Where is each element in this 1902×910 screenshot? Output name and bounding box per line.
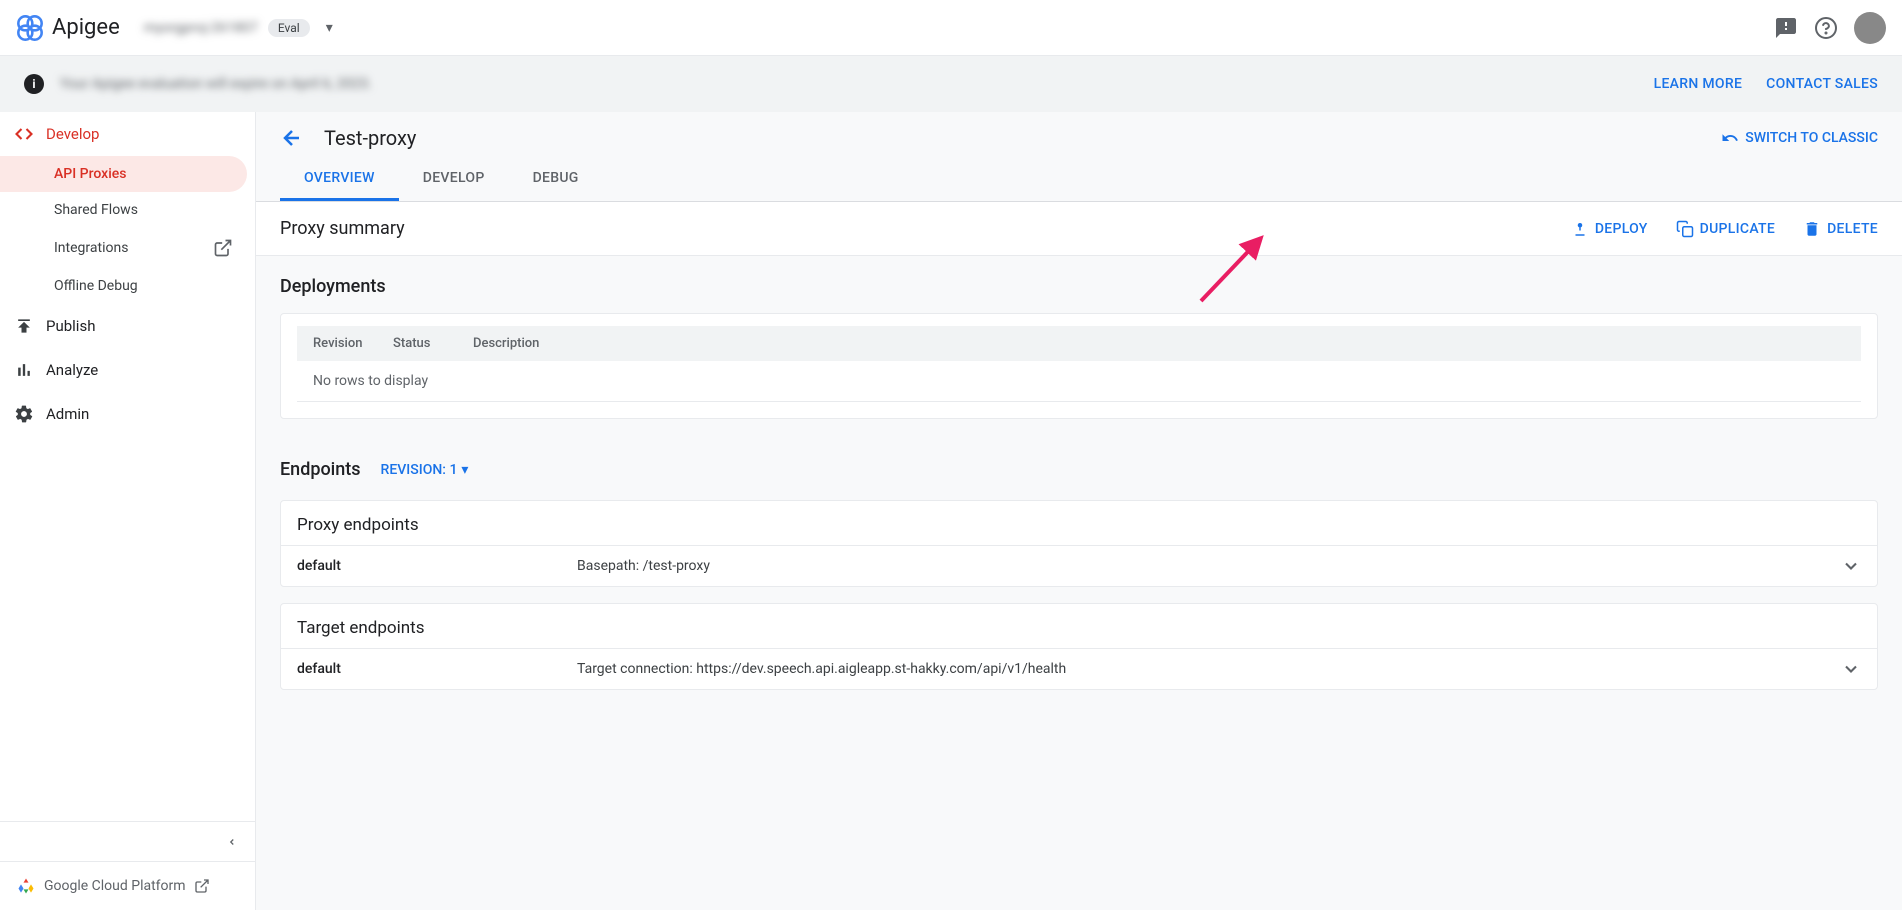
learn-more-link[interactable]: LEARN MORE: [1654, 76, 1743, 92]
tabs: OVERVIEW DEVELOP DEBUG: [256, 158, 1902, 202]
revision-label: REVISION: 1: [381, 462, 458, 478]
tab-debug[interactable]: DEBUG: [509, 158, 603, 201]
nav-shared-flows[interactable]: Shared Flows: [0, 192, 247, 228]
duplicate-button[interactable]: DUPLICATE: [1676, 220, 1775, 238]
deploy-button[interactable]: DEPLOY: [1571, 220, 1648, 238]
code-icon: [14, 124, 34, 144]
gcp-logo-icon: [16, 876, 36, 896]
endpoints-bar: Endpoints REVISION: 1 ▾: [280, 459, 1878, 480]
endpoints-section: Endpoints REVISION: 1 ▾ Proxy endpoints …: [256, 439, 1902, 726]
page-title: Test-proxy: [324, 126, 416, 150]
external-link-icon: [213, 238, 233, 258]
project-name: myorgproj-261807: [144, 20, 258, 36]
nav-offline-debug-label: Offline Debug: [54, 278, 138, 294]
tab-develop[interactable]: DEVELOP: [399, 158, 509, 201]
nav-publish-label: Publish: [46, 317, 95, 335]
duplicate-icon: [1676, 220, 1694, 238]
target-endpoint-name: default: [297, 661, 577, 677]
summary-actions: DEPLOY DUPLICATE DELETE: [1571, 220, 1878, 238]
nav-integrations[interactable]: Integrations: [0, 228, 247, 268]
info-banner: i Your Apigee evaluation will expire on …: [0, 56, 1902, 112]
external-link-icon: [194, 878, 210, 894]
proxy-endpoints-title: Proxy endpoints: [281, 501, 1877, 545]
proxy-endpoint-detail: Basepath: /test-proxy: [577, 558, 1841, 574]
col-status: Status: [393, 336, 473, 351]
nav-admin-label: Admin: [46, 405, 89, 423]
sidebar-collapse[interactable]: [0, 821, 255, 861]
info-icon: i: [24, 74, 44, 94]
contact-sales-link[interactable]: CONTACT SALES: [1766, 76, 1878, 92]
target-endpoint-detail: Target connection: https://dev.speech.ap…: [577, 661, 1841, 677]
deploy-icon: [1571, 220, 1589, 238]
logo-area: Apigee: [16, 14, 144, 42]
delete-label: DELETE: [1827, 221, 1878, 237]
deployments-card: Revision Status Description No rows to d…: [280, 313, 1878, 419]
sidebar: Develop API Proxies Shared Flows Integra…: [0, 112, 256, 910]
switch-classic-label: SWITCH TO CLASSIC: [1745, 130, 1878, 146]
dropdown-arrow-icon: ▾: [326, 20, 333, 36]
back-arrow-icon[interactable]: [280, 126, 304, 150]
banner-actions: LEARN MORE CONTACT SALES: [1654, 76, 1878, 92]
deployments-table: Revision Status Description No rows to d…: [297, 326, 1861, 402]
nav-offline-debug[interactable]: Offline Debug: [0, 268, 247, 304]
trash-icon: [1803, 220, 1821, 238]
table-header: Revision Status Description: [297, 326, 1861, 361]
nav-analyze[interactable]: Analyze: [0, 348, 255, 392]
eval-badge: Eval: [268, 19, 310, 37]
revision-dropdown[interactable]: REVISION: 1 ▾: [381, 462, 469, 478]
sidebar-content: Develop API Proxies Shared Flows Integra…: [0, 112, 255, 821]
analytics-icon: [14, 360, 34, 380]
target-endpoints-card: Target endpoints default Target connecti…: [280, 603, 1878, 690]
summary-bar: Proxy summary DEPLOY DUPLICATE DELETE: [256, 202, 1902, 256]
endpoints-heading: Endpoints: [280, 459, 361, 480]
empty-row: No rows to display: [297, 361, 1861, 402]
nav-integrations-label: Integrations: [54, 240, 128, 256]
brand-name: Apigee: [52, 15, 120, 40]
target-endpoint-row[interactable]: default Target connection: https://dev.s…: [281, 648, 1877, 689]
dropdown-arrow-icon: ▾: [461, 462, 468, 478]
deploy-label: DEPLOY: [1595, 221, 1648, 237]
nav-analyze-label: Analyze: [46, 361, 98, 379]
chevron-down-icon[interactable]: [1841, 659, 1861, 679]
target-endpoints-title: Target endpoints: [281, 604, 1877, 648]
banner-text: Your Apigee evaluation will expire on Ap…: [60, 76, 372, 92]
content-area: Test-proxy SWITCH TO CLASSIC OVERVIEW DE…: [256, 112, 1902, 910]
nav-admin[interactable]: Admin: [0, 392, 255, 436]
header-right: [1774, 12, 1886, 44]
project-selector[interactable]: myorgproj-261807 Eval ▾: [144, 19, 333, 37]
duplicate-label: DUPLICATE: [1700, 221, 1775, 237]
top-header: Apigee myorgproj-261807 Eval ▾: [0, 0, 1902, 56]
nav-develop-label: Develop: [46, 125, 99, 143]
col-description: Description: [473, 336, 1845, 351]
user-avatar[interactable]: [1854, 12, 1886, 44]
proxy-endpoint-name: default: [297, 558, 577, 574]
nav-shared-flows-label: Shared Flows: [54, 202, 138, 218]
feedback-icon[interactable]: [1774, 16, 1798, 40]
undo-icon: [1721, 129, 1739, 147]
nav-api-proxies-label: API Proxies: [54, 166, 126, 182]
help-icon[interactable]: [1814, 16, 1838, 40]
nav-publish[interactable]: Publish: [0, 304, 255, 348]
proxy-endpoint-row[interactable]: default Basepath: /test-proxy: [281, 545, 1877, 586]
summary-title: Proxy summary: [280, 218, 405, 239]
deployments-heading: Deployments: [280, 276, 1878, 297]
tab-overview[interactable]: OVERVIEW: [280, 158, 399, 201]
col-revision: Revision: [313, 336, 393, 351]
nav-develop-header[interactable]: Develop: [0, 112, 255, 156]
proxy-endpoints-card: Proxy endpoints default Basepath: /test-…: [280, 500, 1878, 587]
gcp-label: Google Cloud Platform: [44, 878, 186, 894]
switch-to-classic-button[interactable]: SWITCH TO CLASSIC: [1721, 129, 1878, 147]
chevron-left-icon: [227, 835, 237, 849]
nav-api-proxies[interactable]: API Proxies: [0, 156, 247, 192]
gcp-footer-link[interactable]: Google Cloud Platform: [0, 861, 255, 910]
gear-icon: [14, 404, 34, 424]
nav-develop-section: Develop API Proxies Shared Flows Integra…: [0, 112, 255, 304]
publish-icon: [14, 316, 34, 336]
delete-button[interactable]: DELETE: [1803, 220, 1878, 238]
chevron-down-icon[interactable]: [1841, 556, 1861, 576]
apigee-logo-icon: [16, 14, 44, 42]
deployments-section: Deployments Revision Status Description …: [256, 256, 1902, 439]
content-header: Test-proxy SWITCH TO CLASSIC: [256, 112, 1902, 150]
main-layout: Develop API Proxies Shared Flows Integra…: [0, 112, 1902, 910]
